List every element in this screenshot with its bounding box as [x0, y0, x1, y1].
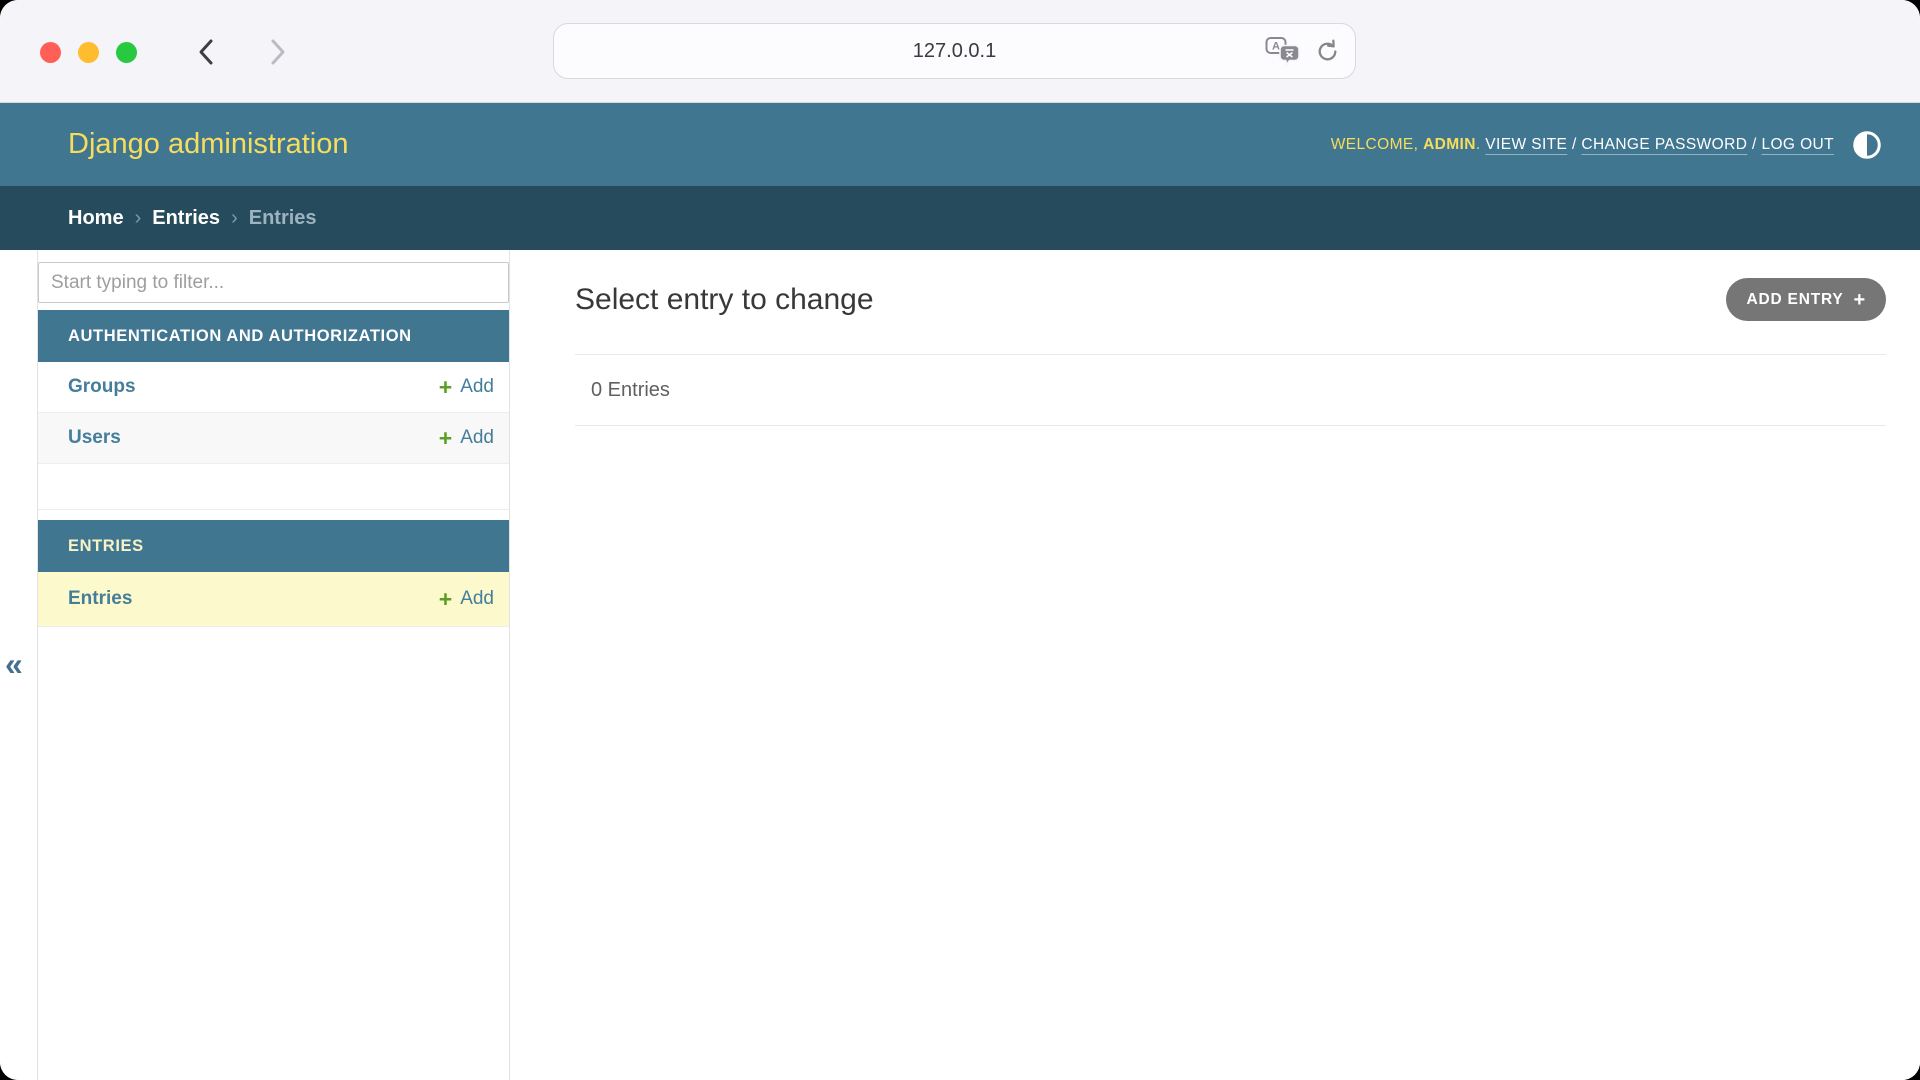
username: ADMIN	[1423, 136, 1476, 153]
plus-icon: +	[439, 376, 452, 399]
url-text[interactable]: 127.0.0.1	[913, 40, 996, 63]
add-entry-sidebar-button[interactable]: + Add	[439, 588, 494, 611]
module-caption-auth: AUTHENTICATION AND AUTHORIZATION	[38, 310, 509, 362]
close-window-button[interactable]	[40, 42, 61, 63]
module-entries: ENTRIES Entries + Add	[38, 520, 509, 627]
breadcrumb-separator: ›	[231, 207, 238, 230]
plus-icon: +	[439, 588, 452, 611]
add-label: Add	[460, 376, 494, 398]
entries-link[interactable]: Entries	[68, 588, 132, 610]
forward-icon[interactable]	[262, 36, 292, 68]
site-title-link[interactable]: Django administration	[68, 128, 1331, 161]
groups-link[interactable]: Groups	[68, 376, 136, 398]
zoom-window-button[interactable]	[116, 42, 137, 63]
user-tools: WELCOME, ADMIN. VIEW SITE / CHANGE PASSW…	[1331, 136, 1834, 154]
module-spacer	[38, 464, 509, 510]
content-area: « AUTHENTICATION AND AUTHORIZATION Group…	[0, 250, 1920, 1080]
add-entry-button-label: ADD ENTRY	[1746, 291, 1843, 309]
reload-icon[interactable]	[1314, 38, 1341, 65]
link-separator: /	[1567, 136, 1581, 154]
sidebar-filter-input[interactable]	[38, 262, 509, 303]
change-password-link[interactable]: CHANGE PASSWORD	[1581, 136, 1747, 154]
welcome-text: WELCOME, ADMIN.	[1331, 136, 1486, 154]
add-group-button[interactable]: + Add	[439, 376, 494, 399]
add-label: Add	[460, 427, 494, 449]
back-icon[interactable]	[192, 36, 222, 68]
add-entry-button[interactable]: ADD ENTRY +	[1726, 278, 1886, 321]
view-site-link[interactable]: VIEW SITE	[1485, 136, 1567, 154]
log-out-link[interactable]: LOG OUT	[1761, 136, 1834, 154]
module-caption-entries: ENTRIES	[38, 520, 509, 572]
result-count: 0 Entries	[591, 379, 670, 402]
breadcrumb-separator: ›	[135, 207, 142, 230]
browser-window: 127.0.0.1 A	[0, 0, 1920, 1080]
results-bar: 0 Entries	[575, 354, 1886, 426]
changelist-header: Select entry to change ADD ENTRY +	[575, 278, 1886, 321]
minimize-window-button[interactable]	[78, 42, 99, 63]
sidebar-item-groups: Groups + Add	[38, 362, 509, 413]
sidebar-collapse-toggle[interactable]: «	[5, 648, 23, 680]
main-content: Select entry to change ADD ENTRY + 0 Ent…	[511, 250, 1920, 1080]
breadcrumb-entries-link[interactable]: Entries	[152, 207, 220, 230]
address-bar-icons: A	[1265, 24, 1341, 78]
module-auth: AUTHENTICATION AND AUTHORIZATION Groups …	[38, 310, 509, 510]
add-label: Add	[460, 588, 494, 610]
sidebar-item-entries: Entries + Add	[38, 572, 509, 627]
page-title: Select entry to change	[575, 283, 874, 317]
breadcrumb: Home › Entries › Entries	[0, 186, 1920, 250]
users-link[interactable]: Users	[68, 427, 121, 449]
nav-sidebar: AUTHENTICATION AND AUTHORIZATION Groups …	[37, 250, 510, 1080]
sidebar-item-users: Users + Add	[38, 413, 509, 464]
translate-icon[interactable]: A	[1265, 36, 1302, 66]
theme-toggle-icon[interactable]	[1852, 130, 1882, 160]
traffic-lights	[40, 42, 137, 63]
link-separator: /	[1747, 136, 1761, 154]
address-bar[interactable]: 127.0.0.1 A	[553, 23, 1356, 79]
plus-icon: +	[439, 427, 452, 450]
add-user-button[interactable]: + Add	[439, 427, 494, 450]
breadcrumb-home-link[interactable]: Home	[68, 207, 124, 230]
admin-header: Django administration WELCOME, ADMIN. VI…	[0, 103, 1920, 186]
plus-icon: +	[1854, 290, 1866, 310]
svg-text:A: A	[1272, 41, 1280, 53]
browser-chrome: 127.0.0.1 A	[0, 0, 1920, 103]
breadcrumb-current: Entries	[249, 207, 317, 230]
